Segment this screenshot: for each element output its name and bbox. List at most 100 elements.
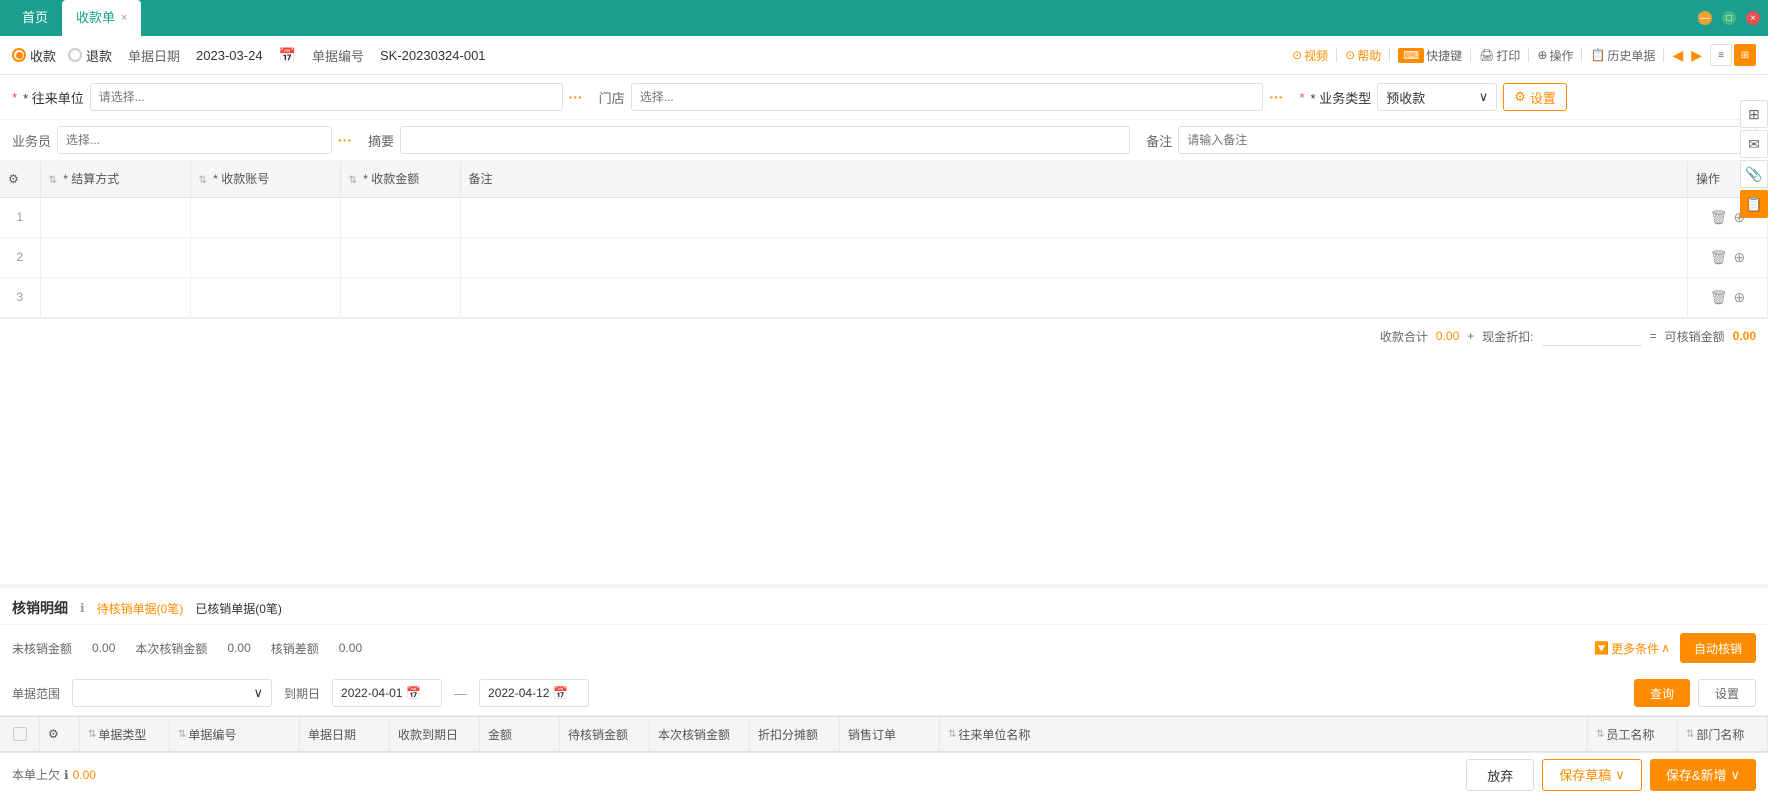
range-select[interactable]: ∨: [72, 679, 272, 707]
business-type-select[interactable]: 预收款 ∨: [1377, 83, 1497, 111]
copy-icon-2[interactable]: ⊕: [1734, 249, 1746, 266]
settings-button[interactable]: ⚙ 设置: [1503, 83, 1567, 111]
home-tab[interactable]: 首页: [8, 0, 62, 36]
payment-cell-1[interactable]: [40, 197, 190, 237]
form-fields-row1: * * 往来单位 ··· 门店 ··· * * 业务类型 预收款 ∨ ⚙ 设置: [0, 75, 1768, 120]
shortcut-btn[interactable]: ⌨ 快捷键: [1398, 47, 1462, 64]
radio-refund[interactable]: 退款: [68, 46, 112, 65]
account-cell-1[interactable]: [190, 197, 340, 237]
counterparty-input[interactable]: [90, 83, 563, 111]
settings-label: 设置: [1530, 88, 1556, 107]
calendar-from-icon: 📅: [406, 686, 421, 700]
history-btn[interactable]: 📋 历史单据: [1590, 47, 1655, 64]
sidebar-clipboard-icon[interactable]: 📋: [1740, 190, 1768, 218]
summary-field-group: 摘要: [368, 126, 1130, 154]
pending-tab[interactable]: 待核销单据(0笔): [97, 600, 184, 617]
table-settings-button[interactable]: 设置: [1698, 679, 1756, 707]
help-btn[interactable]: ⊙ 帮助: [1345, 47, 1381, 64]
counterparty-more-btn[interactable]: ···: [569, 89, 583, 105]
right-sidebar: ⊞ ✉ 📎 📋: [1740, 100, 1768, 218]
sub-th-counterparty: ⇅往来单位名称: [940, 717, 1588, 751]
sub-th-due: 收款到期日: [390, 717, 480, 751]
grid-view-btn[interactable]: ⊞: [1734, 44, 1756, 66]
chevron-down-icon: ∨: [1479, 89, 1489, 105]
staff-input[interactable]: [57, 126, 332, 154]
minimize-button[interactable]: —: [1698, 11, 1712, 25]
equals-label: =: [1650, 329, 1657, 343]
save-draft-button[interactable]: 保存草稿 ∨: [1542, 759, 1642, 791]
account-cell-3[interactable]: [190, 277, 340, 317]
from-date-field[interactable]: 2022-04-01 📅: [332, 679, 442, 707]
sub-th-date: 单据日期: [300, 717, 390, 751]
prev-order-value: 0.00: [73, 768, 96, 782]
radio-dot-refund: [68, 48, 82, 62]
auto-verify-button[interactable]: 自动核销: [1680, 633, 1756, 663]
close-button[interactable]: ×: [1746, 11, 1760, 25]
staff-more-btn[interactable]: ···: [338, 132, 352, 148]
note-cell-2[interactable]: [460, 237, 1688, 277]
discount-input[interactable]: [1542, 327, 1642, 346]
maximize-button[interactable]: □: [1722, 11, 1736, 25]
list-view-btn[interactable]: ≡: [1710, 44, 1732, 66]
more-conditions-btn[interactable]: 🔽 更多条件 ∧: [1594, 640, 1670, 657]
discount-label: 现金折扣:: [1482, 328, 1533, 345]
abandon-button[interactable]: 放弃: [1466, 759, 1534, 791]
note-cell-1[interactable]: [460, 197, 1688, 237]
active-tab-receipt[interactable]: 收款单 ×: [62, 0, 141, 36]
prev-order-label: 本单上欠: [12, 766, 60, 783]
radio-receipt[interactable]: 收款: [12, 46, 56, 65]
account-cell-2[interactable]: [190, 237, 340, 277]
current-value: 0.00: [227, 641, 250, 655]
account-header-label: * 收款账号: [213, 172, 269, 186]
verification-section: 核销明细 ℹ 待核销单据(0笔) 已核销单据(0笔) 未核销金额 0.00 本次…: [0, 584, 1768, 752]
store-label: 门店: [599, 88, 625, 107]
note-cell-3[interactable]: [460, 277, 1688, 317]
query-button[interactable]: 查询: [1634, 679, 1690, 707]
completed-tab[interactable]: 已核销单据(0笔): [195, 600, 282, 617]
print-btn[interactable]: 🖨 打印: [1479, 47, 1520, 64]
select-all-checkbox[interactable]: [13, 727, 27, 741]
sidebar-table-icon[interactable]: ⊞: [1740, 100, 1768, 128]
sidebar-mail-icon[interactable]: ✉: [1740, 130, 1768, 158]
amount-cell-3[interactable]: [340, 277, 460, 317]
store-input[interactable]: [631, 83, 1264, 111]
prev-order-info-icon[interactable]: ℹ: [64, 768, 69, 782]
action-cell-2: 🗑 ⊕: [1688, 237, 1768, 277]
close-tab-icon[interactable]: ×: [121, 0, 127, 36]
sub-th-amount: 金额: [480, 717, 560, 751]
counterparty-field-group: * * 往来单位 ···: [12, 83, 583, 111]
to-date-value: 2022-04-12: [488, 686, 549, 700]
next-icon[interactable]: ▶: [1691, 47, 1702, 64]
prev-order-info: 本单上欠 ℹ 0.00: [12, 766, 96, 783]
note-field-group: 备注: [1146, 126, 1756, 154]
delete-icon-3[interactable]: 🗑: [1710, 289, 1728, 306]
payment-cell-2[interactable]: [40, 237, 190, 277]
prev-icon[interactable]: ◀: [1672, 47, 1683, 64]
copy-icon-3[interactable]: ⊕: [1734, 289, 1746, 306]
to-date-field[interactable]: 2022-04-12 📅: [479, 679, 589, 707]
plus-label: +: [1467, 329, 1474, 343]
store-more-btn[interactable]: ···: [1269, 89, 1283, 105]
sidebar-attach-icon[interactable]: 📎: [1740, 160, 1768, 188]
unverified-value: 0.00: [92, 641, 115, 655]
operation-btn[interactable]: ⊕ 操作: [1537, 47, 1573, 64]
amount-cell-1[interactable]: [340, 197, 460, 237]
save-new-button[interactable]: 保存&新增 ∨: [1650, 759, 1756, 791]
delete-icon-1[interactable]: 🗑: [1710, 209, 1728, 226]
main-wrapper: 收款 退款 单据日期 2023-03-24 📅 单据编号 SK-20230324…: [0, 36, 1768, 796]
payment-cell-3[interactable]: [40, 277, 190, 317]
row-num-1: 1: [0, 197, 40, 237]
table-settings-header[interactable]: ⚙: [0, 161, 40, 197]
delete-icon-2[interactable]: 🗑: [1710, 249, 1728, 266]
current-label: 本次核销金额: [135, 640, 207, 657]
sub-th-settings[interactable]: ⚙: [40, 717, 80, 751]
sort-dept-icon: ⇅: [1686, 729, 1694, 740]
verify-info-icon[interactable]: ℹ: [80, 601, 85, 615]
amount-cell-2[interactable]: [340, 237, 460, 277]
business-type-group: * * 业务类型 预收款 ∨ ⚙ 设置: [1299, 83, 1756, 111]
calendar-icon[interactable]: 📅: [279, 47, 296, 64]
video-btn[interactable]: ⊙ 视频: [1292, 47, 1328, 64]
note-input[interactable]: [1178, 126, 1756, 154]
payment-header-label: * 结算方式: [63, 172, 119, 186]
summary-input[interactable]: [400, 126, 1130, 154]
